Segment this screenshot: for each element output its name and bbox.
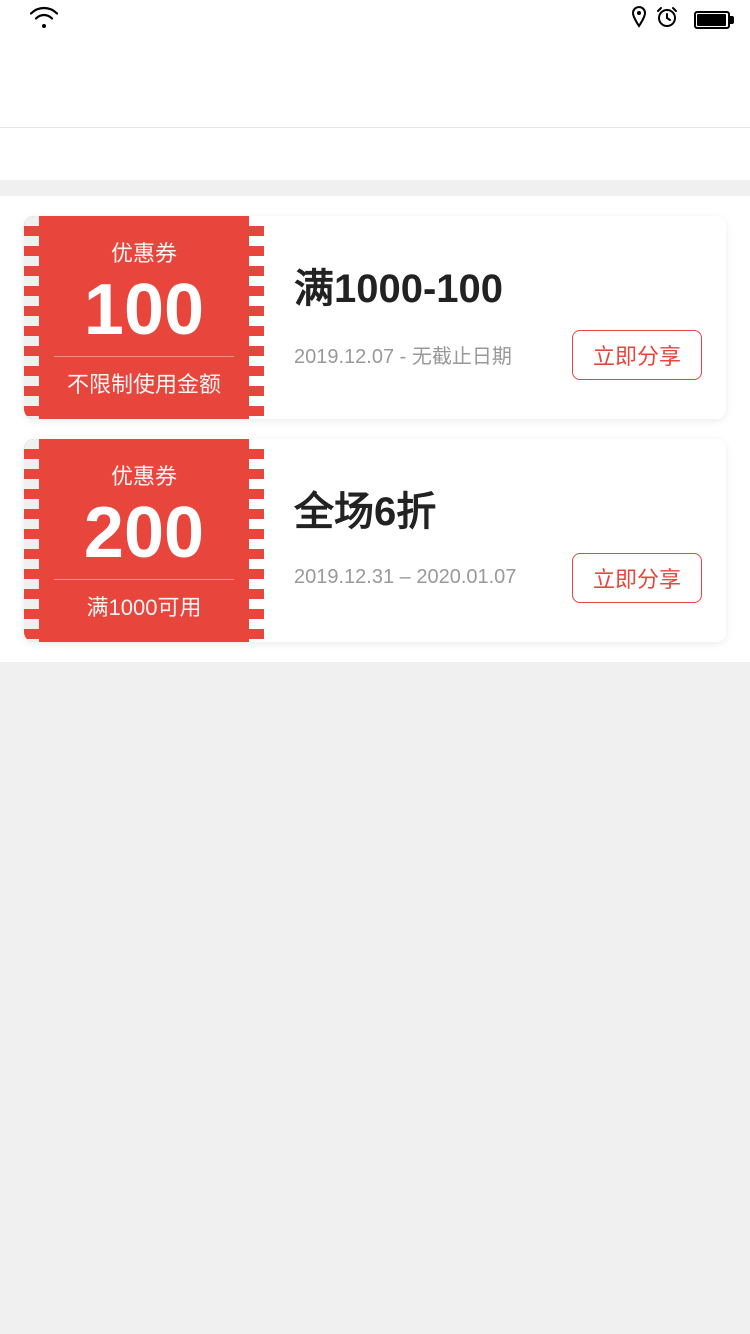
coupon-label-0: 优惠券 (111, 236, 177, 268)
coupon-condition-0: 不限制使用金额 (67, 367, 221, 399)
status-left (20, 6, 58, 34)
coupon-date-1: 2019.12.31 – 2020.01.07 (294, 566, 516, 589)
coupon-left-0: 优惠券 100 不限制使用金额 (24, 216, 264, 419)
wifi-icon (30, 6, 58, 34)
coupon-list: 优惠券 100 不限制使用金额 满1000-100 2019.12.07 - 无… (0, 196, 750, 662)
alarm-icon (656, 6, 678, 34)
coupon-amount-1: 200 (84, 497, 204, 569)
status-right (630, 6, 730, 34)
share-button-1[interactable]: 立即分享 (572, 553, 702, 603)
section-header (0, 128, 750, 180)
coupon-name-1: 全场6折 (294, 479, 702, 537)
coupon-card: 优惠券 200 满1000可用 全场6折 2019.12.31 – 2020.0… (24, 439, 726, 642)
coupon-divider-0 (54, 356, 234, 357)
coupon-date-0: 2019.12.07 - 无截止日期 (294, 340, 512, 369)
coupon-footer-1: 2019.12.31 – 2020.01.07 立即分享 (294, 553, 702, 603)
coupon-label-1: 优惠券 (111, 459, 177, 491)
coupon-condition-1: 满1000可用 (87, 590, 202, 622)
coupon-left-1: 优惠券 200 满1000可用 (24, 439, 264, 642)
share-button-0[interactable]: 立即分享 (572, 330, 702, 380)
coupon-footer-0: 2019.12.07 - 无截止日期 立即分享 (294, 330, 702, 380)
nav-bar (0, 40, 750, 128)
coupon-right-0: 满1000-100 2019.12.07 - 无截止日期 立即分享 (264, 216, 726, 419)
coupon-right-1: 全场6折 2019.12.31 – 2020.01.07 立即分享 (264, 439, 726, 642)
coupon-name-0: 满1000-100 (294, 256, 702, 314)
battery-icon (694, 11, 730, 29)
coupon-amount-0: 100 (84, 274, 204, 346)
coupon-card: 优惠券 100 不限制使用金额 满1000-100 2019.12.07 - 无… (24, 216, 726, 419)
coupon-divider-1 (54, 579, 234, 580)
status-bar (0, 0, 750, 40)
background-filler (0, 662, 750, 1262)
location-icon (630, 6, 648, 34)
